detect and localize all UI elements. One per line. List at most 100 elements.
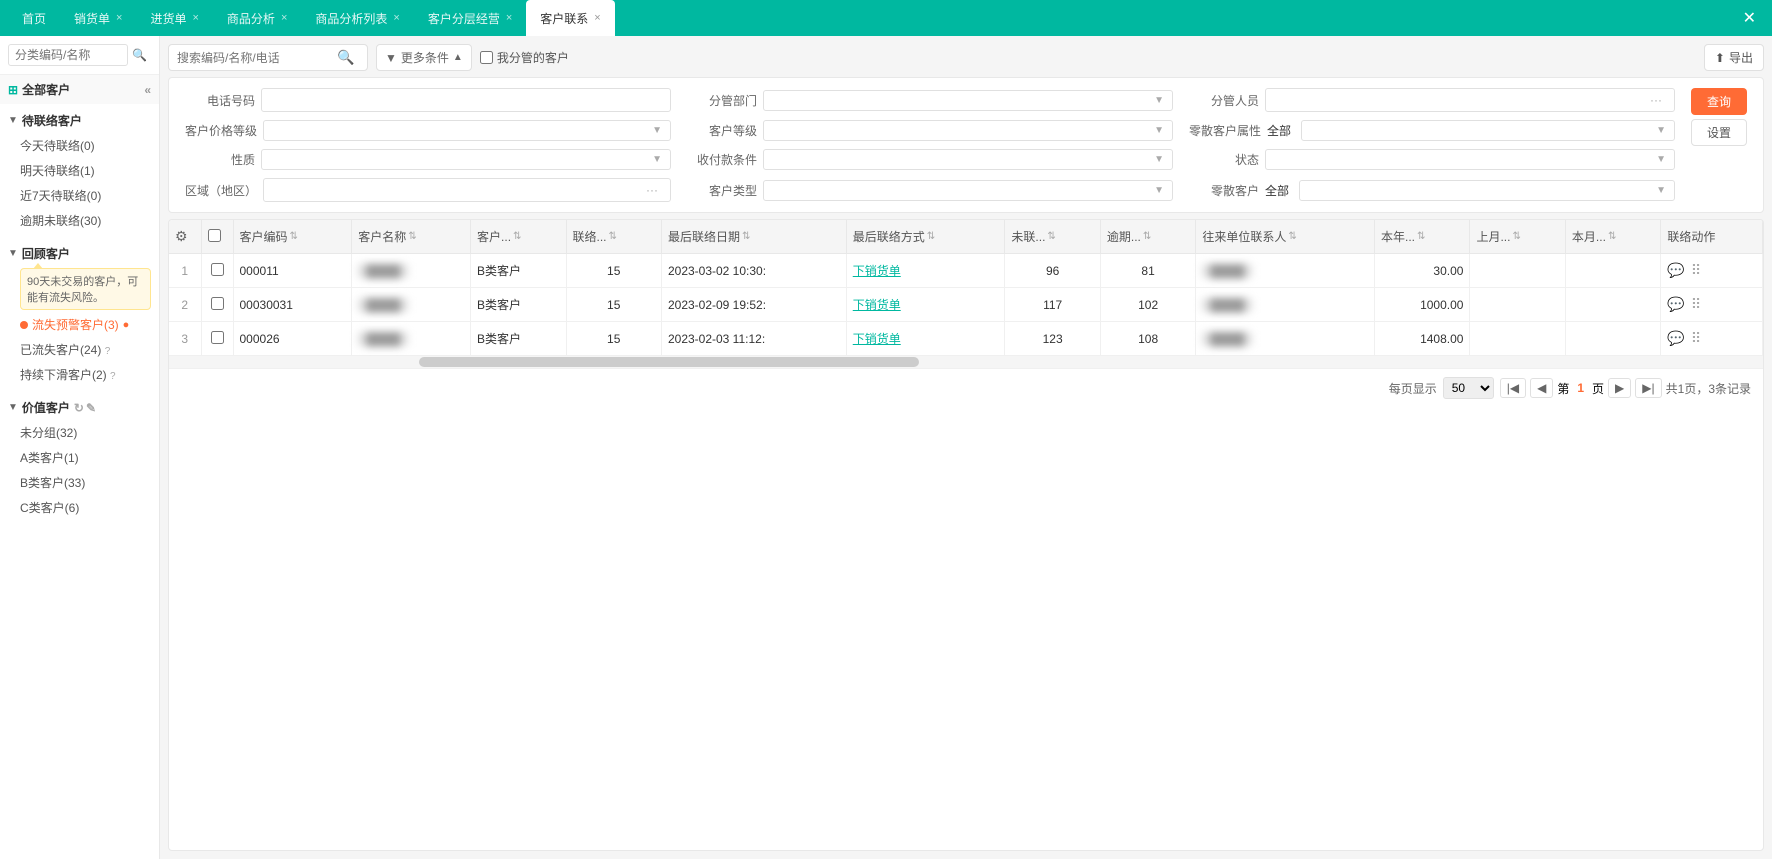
sidebar-item-c-class[interactable]: C类客户(6) (0, 495, 159, 520)
filter-phone-field: 电话号码 (185, 88, 671, 112)
sidebar-item-b-class[interactable]: B类客户(33) (0, 470, 159, 495)
tab-sales-order[interactable]: 销货单 × (60, 0, 136, 36)
filter-phone-input[interactable] (261, 88, 671, 112)
sidebar-item-churned[interactable]: 已流失客户(24) ? (0, 337, 159, 362)
my-customers-checkbox-label[interactable]: 我分管的客户 (480, 49, 569, 66)
filter-price-tier-select[interactable]: ▼ (263, 120, 671, 141)
orange-dot-icon (20, 321, 28, 329)
action-more-icon-2[interactable]: ⠿ (1691, 330, 1701, 347)
query-button[interactable]: 查询 (1691, 88, 1747, 115)
sidebar-item-ungroup[interactable]: 未分组(32) (0, 420, 159, 445)
filter-zero-attr-select[interactable]: ▼ (1301, 120, 1675, 141)
sidebar-search-icon[interactable]: 🔍 (132, 48, 147, 62)
tab-close-product-analysis-list[interactable]: × (393, 12, 399, 24)
tab-close-sales-order[interactable]: × (116, 12, 122, 24)
tab-close-customer-layer[interactable]: × (506, 12, 512, 24)
filter-manager-select[interactable]: ··· (1265, 88, 1675, 112)
customer-type-down-icon: ▼ (1154, 185, 1164, 196)
last-method-link-2[interactable]: 下销货单 (853, 332, 901, 346)
tab-product-analysis[interactable]: 商品分析 × (213, 0, 301, 36)
action-contact-icon-0[interactable]: 💬 (1667, 262, 1684, 279)
filter-customer-tier-select[interactable]: ▼ (763, 120, 1173, 141)
row-checkbox-0[interactable] (211, 263, 224, 276)
sidebar-item-7days[interactable]: 近7天待联络(0) (0, 183, 159, 208)
value-refresh-icon[interactable]: ↻ (74, 401, 84, 415)
sort-code-icon[interactable]: ⇅ (290, 231, 298, 242)
sidebar-group-pending-title[interactable]: ▼ 待联络客户 (0, 108, 159, 133)
action-more-icon-0[interactable]: ⠿ (1691, 262, 1701, 279)
sidebar-all-customers[interactable]: ⊞ 全部客户 « (0, 75, 159, 104)
export-button[interactable]: ⬆ 导出 (1704, 44, 1764, 71)
tab-home[interactable]: 首页 (8, 0, 60, 36)
sort-person-icon[interactable]: ⇅ (1288, 231, 1296, 242)
sidebar-group-value-title[interactable]: ▼ 价值客户 ↻ ✎ (0, 395, 159, 420)
sidebar-search-input[interactable] (8, 44, 128, 66)
window-close-button[interactable]: ✕ (1735, 8, 1764, 28)
filter-search-button[interactable]: 🔍 (337, 49, 354, 66)
filter-zero-customer-select[interactable]: ▼ (1299, 180, 1675, 201)
sort-this-year-icon[interactable]: ⇅ (1417, 231, 1425, 242)
filter-customer-type-select[interactable]: ▼ (763, 180, 1173, 201)
sidebar-item-a-class[interactable]: A类客户(1) (0, 445, 159, 470)
per-page-select[interactable]: 50 100 200 (1443, 377, 1494, 399)
filter-dept-select[interactable]: ▼ (763, 90, 1173, 111)
th-last-month: 上月... ⇅ (1470, 220, 1565, 254)
value-edit-icon[interactable]: ✎ (86, 401, 96, 415)
filter-search-input[interactable] (177, 51, 337, 65)
collapse-icon: « (144, 83, 151, 97)
table-scrollbar[interactable] (169, 356, 1763, 368)
next-page-button[interactable]: ▶ (1608, 378, 1631, 398)
filter-nature-field: 性质 ▼ (185, 149, 671, 170)
last-method-link-0[interactable]: 下销货单 (853, 264, 901, 278)
last-page-button[interactable]: ▶| (1635, 378, 1661, 398)
my-customers-checkbox[interactable] (480, 51, 493, 64)
sidebar-group-review-title[interactable]: ▼ 回顾客户 (0, 241, 159, 266)
sidebar-item-overdue[interactable]: 逾期未联络(30) (0, 208, 159, 233)
tab-customer-contact[interactable]: 客户联系 × (526, 0, 614, 36)
scrollbar-thumb[interactable] (419, 357, 919, 367)
row-checkbox-2[interactable] (211, 331, 224, 344)
sidebar-item-today[interactable]: 今天待联络(0) (0, 133, 159, 158)
th-settings: ⚙ (169, 220, 201, 254)
action-contact-icon-1[interactable]: 💬 (1667, 296, 1684, 313)
sort-this-month-icon[interactable]: ⇅ (1608, 231, 1616, 242)
tab-customer-layer[interactable]: 客户分层经营 × (414, 0, 526, 36)
td-this-year-1: 1000.00 (1374, 288, 1469, 322)
action-contact-icon-2[interactable]: 💬 (1667, 330, 1684, 347)
filter-nature-select[interactable]: ▼ (261, 149, 671, 170)
sort-uncontacted-icon[interactable]: ⇅ (1047, 231, 1055, 242)
filter-row-3: 性质 ▼ 收付款条件 ▼ (185, 149, 1675, 170)
tab-purchase-order[interactable]: 进货单 × (136, 0, 212, 36)
row-checkbox-1[interactable] (211, 297, 224, 310)
last-method-link-1[interactable]: 下销货单 (853, 298, 901, 312)
sidebar-item-churn-warning[interactable]: 流失预警客户(3) ● (0, 312, 159, 337)
sidebar-item-declining[interactable]: 持续下滑客户(2) ? (0, 362, 159, 387)
region-dots-icon[interactable]: ··· (642, 183, 662, 197)
filter-payment-select[interactable]: ▼ (763, 149, 1173, 170)
sort-overdue-icon[interactable]: ⇅ (1143, 231, 1151, 242)
manager-dots-icon[interactable]: ··· (1646, 93, 1666, 107)
sidebar-item-tomorrow[interactable]: 明天待联络(1) (0, 158, 159, 183)
tab-close-purchase-order[interactable]: × (192, 12, 198, 24)
sort-last-date-icon[interactable]: ⇅ (742, 231, 750, 242)
prev-page-button[interactable]: ◀ (1530, 378, 1553, 398)
tab-product-analysis-list[interactable]: 商品分析列表 × (301, 0, 413, 36)
tab-close-product-analysis[interactable]: × (281, 12, 287, 24)
filter-zero-customer-label: 零散客户 (1189, 182, 1259, 199)
sort-last-method-icon[interactable]: ⇅ (927, 231, 935, 242)
select-all-checkbox[interactable] (208, 229, 221, 242)
settings-button[interactable]: 设置 (1691, 119, 1747, 146)
tooltip-churned: 90天未交易的客户，可能有流失风险。 (20, 268, 151, 310)
settings-gear-icon[interactable]: ⚙ (175, 228, 188, 244)
sort-last-month-icon[interactable]: ⇅ (1512, 231, 1520, 242)
td-index-1: 2 (169, 288, 201, 322)
sort-name-icon[interactable]: ⇅ (408, 231, 416, 242)
tab-close-customer-contact[interactable]: × (594, 12, 600, 24)
filter-more-conditions[interactable]: ▼ 更多条件 ▲ (376, 44, 472, 71)
sort-contact-icon[interactable]: ⇅ (609, 231, 617, 242)
sort-type-icon[interactable]: ⇅ (513, 231, 521, 242)
filter-status-select[interactable]: ▼ (1265, 149, 1675, 170)
first-page-button[interactable]: |◀ (1500, 378, 1526, 398)
filter-region-select[interactable]: ··· (263, 178, 671, 202)
action-more-icon-1[interactable]: ⠿ (1691, 296, 1701, 313)
